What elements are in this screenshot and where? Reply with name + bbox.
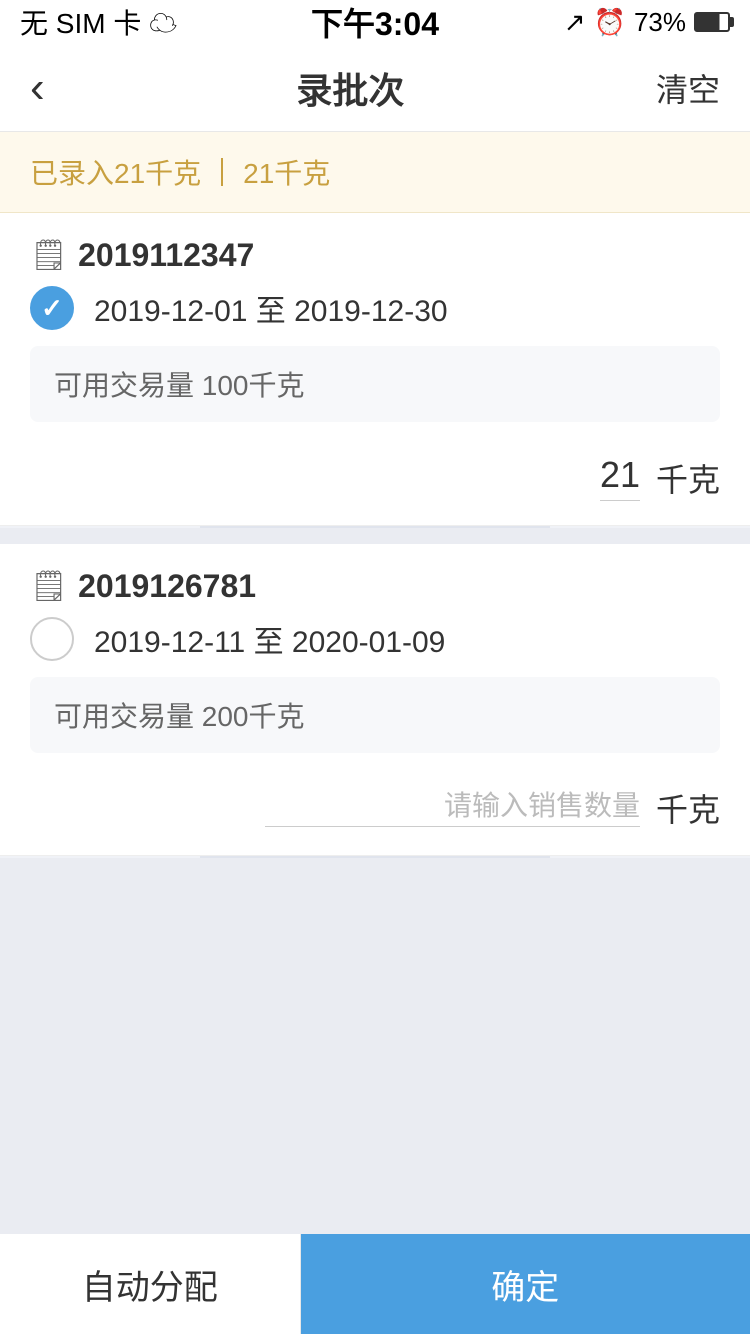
sim-label: 无 SIM 卡 ☁ — [20, 2, 177, 42]
batch-radio-1[interactable] — [30, 286, 74, 330]
quantity-input-2[interactable] — [265, 790, 640, 822]
batch-icon-2: 🗒 — [30, 569, 68, 604]
section-divider — [0, 528, 750, 544]
batch-card-1: 🗒 2019112347 2019-12-01 至 2019-12-30 可用交… — [0, 213, 750, 526]
batch-icon-1: 🗒 — [30, 238, 68, 273]
quantity-row-1: 21 千克 — [0, 438, 750, 526]
batch-id-1: 2019112347 — [78, 237, 254, 274]
battery-icon — [694, 12, 730, 32]
batch-id-2: 2019126781 — [78, 568, 256, 605]
status-time: 下午3:04 — [311, 0, 439, 45]
status-bar: 无 SIM 卡 ☁ 下午3:04 ↗ ⏰ 73% — [0, 0, 750, 44]
quantity-wrapper-2: 千克 — [265, 785, 720, 831]
batch-header-1: 🗒 2019112347 — [0, 213, 750, 286]
status-left: 无 SIM 卡 ☁ — [20, 2, 177, 42]
quantity-underline-2 — [265, 790, 640, 827]
batch-avail-1: 可用交易量 100千克 — [30, 346, 720, 422]
location-icon: ↗ — [564, 7, 586, 38]
quantity-underline-1: 21 — [600, 454, 640, 501]
batch-date-2: 2019-12-11 至 2020-01-09 — [94, 617, 445, 661]
alarm-icon: ⏰ — [594, 7, 626, 38]
confirm-button[interactable]: 确定 — [301, 1234, 750, 1334]
info-banner: 已录入21千克 21千克 — [0, 132, 750, 213]
batch-header-2: 🗒 2019126781 — [0, 544, 750, 617]
battery-text: 73% — [634, 7, 686, 38]
batch-avail-2: 可用交易量 200千克 — [30, 677, 720, 753]
quantity-unit-2: 千克 — [656, 785, 720, 831]
batch-card-2: 🗒 2019126781 2019-12-11 至 2020-01-09 可用交… — [0, 544, 750, 856]
back-button[interactable]: ‹ — [30, 66, 45, 110]
footer: 自动分配 确定 — [0, 1234, 750, 1334]
clear-button[interactable]: 清空 — [656, 65, 720, 111]
status-right: ↗ ⏰ 73% — [564, 7, 730, 38]
page-title: 录批次 — [296, 62, 404, 114]
quantity-wrapper-1: 21 千克 — [600, 454, 720, 501]
nav-bar: ‹ 录批次 清空 — [0, 44, 750, 132]
bottom-area — [0, 858, 750, 1278]
info-divider — [221, 158, 223, 186]
recorded-label: 已录入21千克 — [30, 152, 201, 192]
quantity-unit-1: 千克 — [656, 455, 720, 501]
recorded-value: 21千克 — [243, 152, 330, 192]
auto-distribute-button[interactable]: 自动分配 — [0, 1234, 301, 1334]
batch-date-1: 2019-12-01 至 2019-12-30 — [94, 286, 448, 330]
quantity-value-1: 21 — [600, 454, 640, 495]
batch-radio-2[interactable] — [30, 617, 74, 661]
quantity-row-2: 千克 — [0, 769, 750, 856]
batch-date-row-2: 2019-12-11 至 2020-01-09 — [0, 617, 750, 673]
batch-date-row-1: 2019-12-01 至 2019-12-30 — [0, 286, 750, 342]
